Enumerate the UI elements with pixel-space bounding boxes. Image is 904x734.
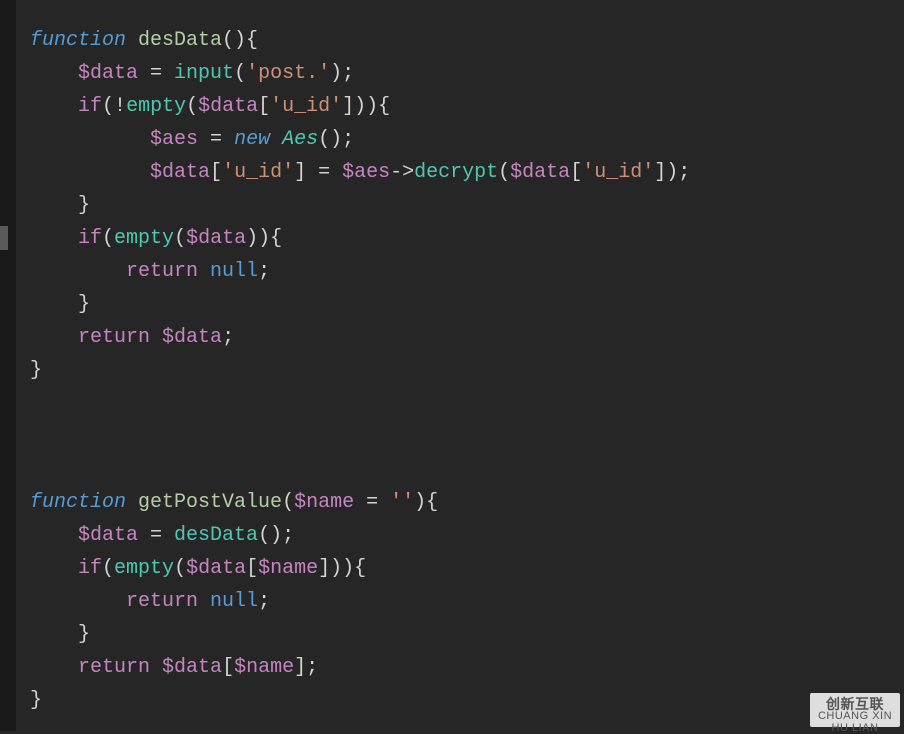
function-name: desData [138, 29, 222, 52]
string: 'post.' [246, 62, 330, 85]
watermark-text-2: CHUANG XIN HU LIAN [818, 710, 892, 734]
code-editor: function desData(){ $data = input('post.… [0, 0, 904, 731]
watermark: 创新互联 CHUANG XIN HU LIAN [810, 693, 900, 727]
keyword-if: if [78, 95, 102, 118]
variable: $data [78, 62, 138, 85]
op: = [138, 62, 174, 85]
watermark-text-1: 创新互联 [810, 698, 900, 710]
keyword-new: new [234, 128, 270, 151]
keyword-function: function [30, 29, 126, 52]
class-name: Aes [282, 128, 318, 151]
gutter-mark [0, 226, 8, 250]
func-call: input [174, 62, 234, 85]
code-area[interactable]: function desData(){ $data = input('post.… [16, 0, 704, 731]
parens: (){ [222, 29, 258, 52]
null: null [210, 260, 258, 283]
builtin: empty [126, 95, 186, 118]
keyword-return: return [126, 260, 198, 283]
gutter [0, 0, 16, 731]
method: decrypt [414, 161, 498, 184]
